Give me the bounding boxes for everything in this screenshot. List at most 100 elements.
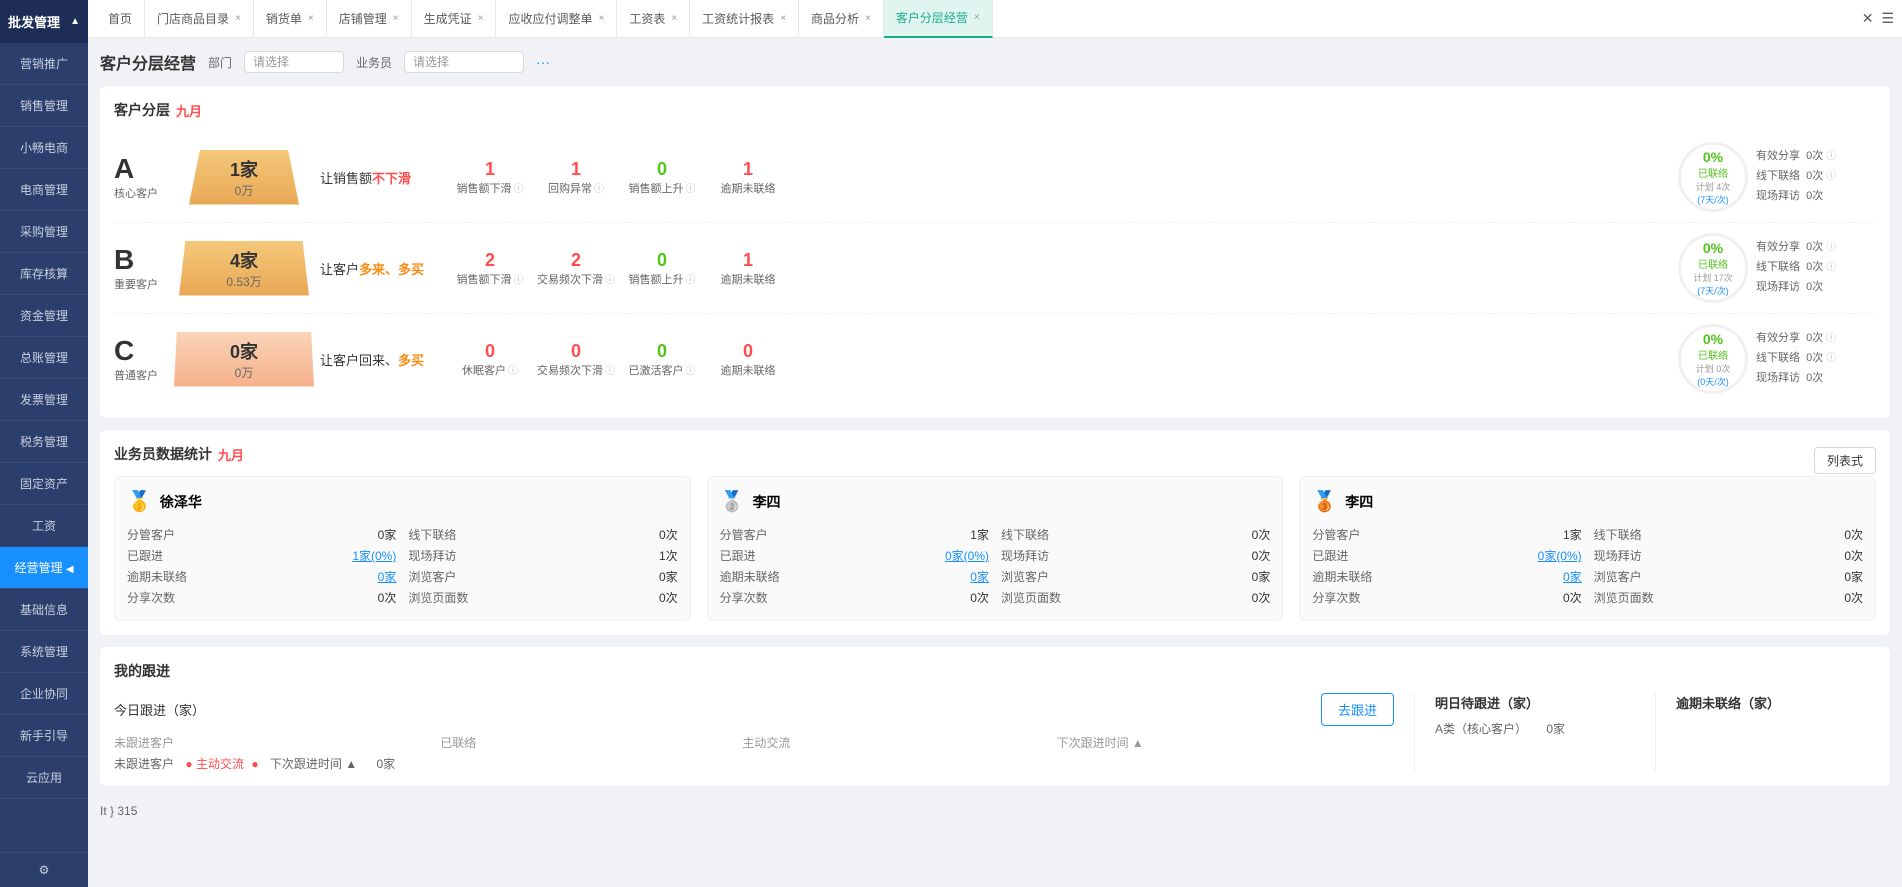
staff-1-header: 🥇 徐泽华 bbox=[127, 489, 678, 514]
col-next-time: 下次跟进时间 ▲ bbox=[1057, 734, 1394, 751]
tab-close-icon[interactable]: × bbox=[478, 13, 484, 24]
followup-section: 我的跟进 今日跟进（家） 去跟进 未跟进客户 已联络 主动交流 下次跟进时间 ▲ bbox=[100, 647, 1890, 786]
tier-a-circle: 0% 已联络 计划 4次 (7天/次) bbox=[1678, 142, 1748, 212]
customer-tier-title: 客户分层 九月 bbox=[114, 100, 1876, 120]
tab-close-all-icon[interactable]: ✕ bbox=[1862, 10, 1874, 27]
staff-stats-title: 业务员数据统计 九月 bbox=[114, 444, 244, 464]
sidebar-item-assets[interactable]: 固定资产 bbox=[0, 463, 88, 505]
page-title: 客户分层经营 bbox=[100, 50, 196, 74]
tab-sales-order[interactable]: 销货单 × bbox=[254, 0, 327, 38]
today-table-header: 未跟进客户 已联络 主动交流 下次跟进时间 ▲ bbox=[114, 734, 1394, 751]
staff-2-stats: 分管客户 1家 已跟进 0家(0%) 逾期未联络 0家 bbox=[720, 524, 1271, 608]
sidebar-item-ecommerce[interactable]: 电商管理 bbox=[0, 169, 88, 211]
tab-close-icon[interactable]: × bbox=[308, 13, 314, 24]
staff-title-row: 业务员数据统计 九月 列表式 bbox=[114, 444, 1876, 476]
tier-c-stat-2: 0 交易频次下滑 ⓘ bbox=[536, 341, 616, 378]
tier-a-stat-3: 0 销售额上升 ⓘ bbox=[622, 159, 702, 196]
tier-a-trapezoid: 1家 0万 bbox=[189, 150, 299, 205]
tab-adjust[interactable]: 应收应付调整单 × bbox=[496, 0, 617, 38]
tab-end-buttons: ✕ ☰ bbox=[1862, 10, 1894, 27]
staff-3-name: 李四 bbox=[1345, 492, 1373, 512]
sidebar-item-marketing[interactable]: 营销推广 bbox=[0, 43, 88, 85]
tier-a-stat-1: 1 销售额下滑 ⓘ bbox=[450, 159, 530, 196]
tier-row-b: B 重要客户 4家 0.53万 让客户多来、多买 2 销售额下滑 ⓘ bbox=[114, 223, 1876, 314]
gear-icon: ⚙ bbox=[39, 863, 50, 877]
more-filter-button[interactable]: ··· bbox=[536, 54, 550, 70]
overdue-label: 逾期未联络（家） bbox=[1676, 693, 1876, 712]
col-customer: 未跟进客户 bbox=[114, 734, 424, 751]
sidebar-item-inventory[interactable]: 库存核算 bbox=[0, 253, 88, 295]
today-note: 未跟进客户 ● 主动交流 ● 下次跟进时间 ▲ 0家 bbox=[114, 755, 1394, 772]
sidebar-item-finance[interactable]: 资金管理 bbox=[0, 295, 88, 337]
staff-card-3: 🥉 李四 分管客户 1家 已跟进 0家(0%) bbox=[1299, 476, 1876, 621]
sidebar-header-label: 批发管理 bbox=[8, 12, 60, 31]
staff-2-name: 李四 bbox=[753, 492, 781, 512]
sidebar-expand-icon[interactable]: ▲ bbox=[70, 16, 80, 27]
bottom-status: It } 315 bbox=[100, 798, 1890, 824]
tier-b-slogan: 让客户多来、多买 bbox=[320, 259, 450, 278]
tab-store-manage[interactable]: 店铺管理 × bbox=[327, 0, 412, 38]
sidebar-item-invoice[interactable]: 发票管理 bbox=[0, 379, 88, 421]
list-view-button[interactable]: 列表式 bbox=[1814, 447, 1876, 474]
tier-c-right-info: 有效分享 0次 ⓘ 线下联络 0次 ⓘ 现场拜访 0次 bbox=[1756, 329, 1876, 388]
tier-a-stats: 1 销售额下滑 ⓘ 1 回购异常 ⓘ 0 销售额上升 ⓘ 1 逾期未联络 bbox=[450, 159, 1670, 196]
tab-close-icon[interactable]: × bbox=[598, 13, 604, 24]
tab-home[interactable]: 首页 bbox=[96, 0, 145, 38]
staff-select[interactable]: 请选择 bbox=[404, 51, 524, 73]
tier-c-stat-3: 0 已激活客户 ⓘ bbox=[622, 341, 702, 378]
tab-bar: 首页 门店商品目录 × 销货单 × 店铺管理 × 生成凭证 × 应收应付调整单 … bbox=[88, 0, 1902, 38]
tier-a-stat-4: 1 逾期未联络 bbox=[708, 159, 788, 196]
staff-stats-section: 业务员数据统计 九月 列表式 🥇 徐泽华 分管客户 bbox=[100, 430, 1890, 635]
tier-c-stat-4: 0 逾期未联络 bbox=[708, 341, 788, 378]
sidebar-item-ledger[interactable]: 总账管理 bbox=[0, 337, 88, 379]
tier-b-bar: 4家 0.53万 bbox=[184, 241, 304, 296]
tab-close-icon[interactable]: × bbox=[865, 13, 871, 24]
tomorrow-followup: 明日待跟进（家） A类（核心客户） 0家 bbox=[1435, 693, 1635, 737]
settings-button[interactable]: ⚙ bbox=[0, 852, 88, 887]
goto-followup-button[interactable]: 去跟进 bbox=[1321, 693, 1394, 726]
sidebar-item-payroll[interactable]: 工资 bbox=[0, 505, 88, 547]
tomorrow-label: 明日待跟进（家） bbox=[1435, 693, 1635, 712]
staff-grid: 🥇 徐泽华 分管客户 0家 已跟进 1家(0%) bbox=[114, 476, 1876, 621]
tab-close-icon[interactable]: × bbox=[780, 13, 786, 24]
tab-store-product[interactable]: 门店商品目录 × bbox=[145, 0, 254, 38]
tab-voucher[interactable]: 生成凭证 × bbox=[412, 0, 497, 38]
sidebar-item-guide[interactable]: 新手引导 bbox=[0, 715, 88, 757]
sidebar-item-collab[interactable]: 企业协同 bbox=[0, 673, 88, 715]
sidebar-item-sales[interactable]: 销售管理 bbox=[0, 85, 88, 127]
tab-payroll-report[interactable]: 工资统计报表 × bbox=[690, 0, 799, 38]
divider-1 bbox=[1414, 693, 1415, 772]
tier-c-circle: 0% 已联络 计划 0次 (0天/次) bbox=[1678, 324, 1748, 394]
tab-customer-tier[interactable]: 客户分层经营 × bbox=[884, 0, 993, 38]
page-content: 客户分层经营 部门 请选择 业务员 请选择 ··· 客户分层 九月 A 核心客户 bbox=[88, 38, 1902, 887]
tab-close-icon[interactable]: × bbox=[393, 13, 399, 24]
tab-close-icon[interactable]: × bbox=[235, 13, 241, 24]
tier-b-right-info: 有效分享 0次 ⓘ 线下联络 0次 ⓘ 现场拜访 0次 bbox=[1756, 238, 1876, 297]
tier-b-stat-2: 2 交易频次下滑 ⓘ bbox=[536, 250, 616, 287]
sidebar-item-basics[interactable]: 基础信息 bbox=[0, 589, 88, 631]
tab-close-icon[interactable]: × bbox=[671, 13, 677, 24]
sidebar-item-operations[interactable]: 经营管理 ◀ bbox=[0, 547, 88, 589]
tier-c-trapezoid: 0家 0万 bbox=[174, 332, 314, 387]
sidebar-item-system[interactable]: 系统管理 bbox=[0, 631, 88, 673]
sidebar-item-tax[interactable]: 税务管理 bbox=[0, 421, 88, 463]
tab-product-analysis[interactable]: 商品分析 × bbox=[799, 0, 884, 38]
tier-b-stat-3: 0 销售额上升 ⓘ bbox=[622, 250, 702, 287]
sidebar-item-purchase[interactable]: 采购管理 bbox=[0, 211, 88, 253]
tab-menu-icon[interactable]: ☰ bbox=[1881, 10, 1894, 27]
today-header: 今日跟进（家） 去跟进 bbox=[114, 693, 1394, 726]
tier-c-stat-1: 0 休眠客户 ⓘ bbox=[450, 341, 530, 378]
dept-select[interactable]: 请选择 bbox=[244, 51, 344, 73]
tab-payroll[interactable]: 工资表 × bbox=[617, 0, 690, 38]
staff-card-1: 🥇 徐泽华 分管客户 0家 已跟进 1家(0%) bbox=[114, 476, 691, 621]
sidebar-item-cloud[interactable]: 云应用 bbox=[0, 757, 88, 799]
sidebar-item-ecommerce-small[interactable]: 小畅电商 bbox=[0, 127, 88, 169]
tab-close-icon[interactable]: × bbox=[974, 12, 980, 23]
staff-1-stat-right: 线下联络 0次 现场拜访 1次 浏览客户 0家 bbox=[408, 524, 677, 608]
sidebar-header[interactable]: 批发管理 ▲ bbox=[0, 0, 88, 43]
tier-b-stats: 2 销售额下滑 ⓘ 2 交易频次下滑 ⓘ 0 销售额上升 ⓘ 1 逾期未联络 bbox=[450, 250, 1670, 287]
page-header: 客户分层经营 部门 请选择 业务员 请选择 ··· bbox=[100, 50, 1890, 74]
staff-1-name: 徐泽华 bbox=[160, 492, 202, 512]
staff-2-stat-left: 分管客户 1家 已跟进 0家(0%) 逾期未联络 0家 bbox=[720, 524, 989, 608]
tier-row-c: C 普通客户 0家 0万 让客户回来、多买 0 休眠客户 ⓘ bbox=[114, 314, 1876, 404]
